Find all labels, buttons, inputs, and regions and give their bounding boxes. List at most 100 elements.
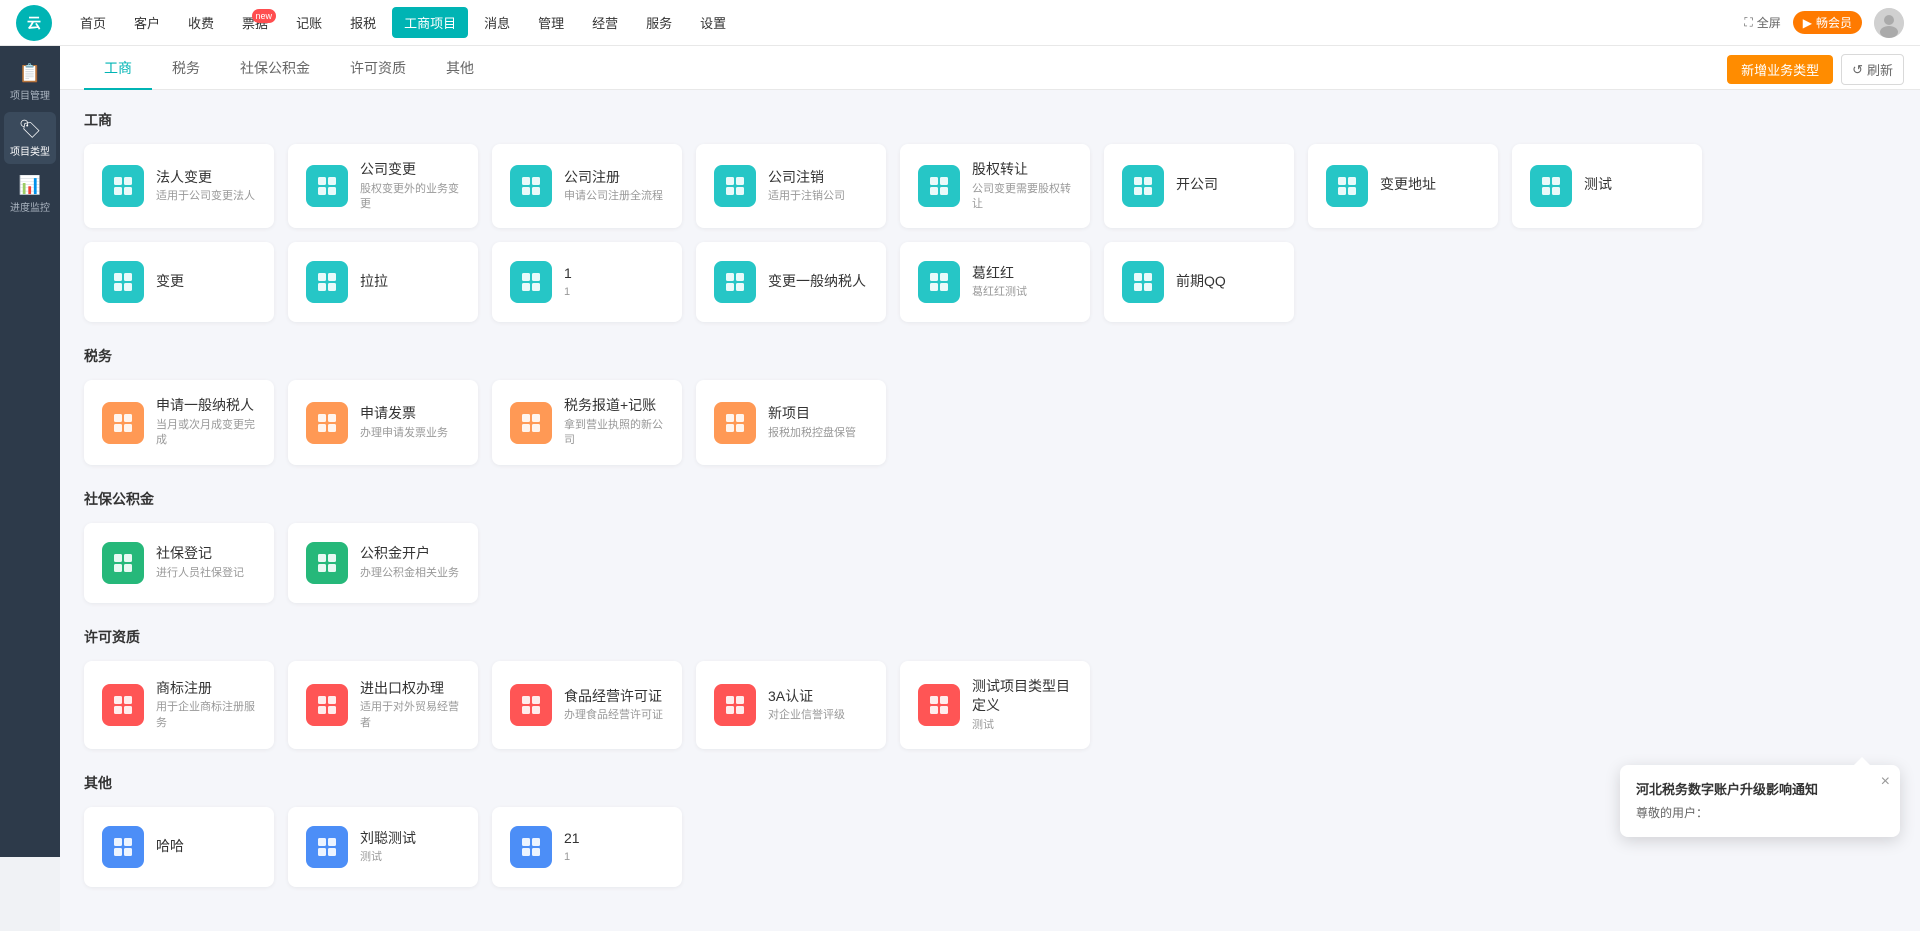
nav-item-收费[interactable]: 收费	[176, 7, 226, 38]
card-info-社保登记: 社保登记进行人员社保登记	[156, 544, 244, 581]
card-开公司[interactable]: 开公司	[1104, 144, 1294, 228]
card-icon-食品经营许可证	[510, 684, 552, 726]
card-info-开公司: 开公司	[1176, 175, 1218, 197]
nav-item-工商项目[interactable]: 工商项目	[392, 7, 468, 38]
card-name-label: 商标注册	[156, 679, 256, 699]
card-变更一般纳税人[interactable]: 变更一般纳税人	[696, 242, 886, 322]
card-desc-label: 办理食品经营许可证	[564, 708, 663, 723]
card-desc-label: 测试	[360, 850, 416, 865]
card-变更[interactable]: 变更	[84, 242, 274, 322]
nav-item-消息[interactable]: 消息	[472, 7, 522, 38]
card-21[interactable]: 211	[492, 807, 682, 887]
card-icon-变更一般纳税人	[714, 261, 756, 303]
card-name-label: 变更	[156, 272, 184, 292]
card-info-测试项目类型目定义: 测试项目类型目定义测试	[972, 677, 1072, 734]
card-icon-公积金开户	[306, 542, 348, 584]
nav-item-客户[interactable]: 客户	[122, 7, 172, 38]
card-公积金开户[interactable]: 公积金开户办理公积金相关业务	[288, 523, 478, 603]
card-法人变更[interactable]: 法人变更适用于公司变更法人	[84, 144, 274, 228]
card-name-label: 公积金开户	[360, 544, 459, 564]
card-icon-变更	[102, 261, 144, 303]
section-title-许可资质: 许可资质	[84, 627, 1896, 647]
card-申请发票[interactable]: 申请发票办理申请发票业务	[288, 380, 478, 464]
sub-tab-工商[interactable]: 工商	[84, 48, 152, 90]
nav-item-经营[interactable]: 经营	[580, 7, 630, 38]
card-1[interactable]: 11	[492, 242, 682, 322]
fullscreen-button[interactable]: ⛶ 全屏	[1744, 14, 1780, 31]
card-税务报道+记账[interactable]: 税务报道+记账拿到营业执照的新公司	[492, 380, 682, 464]
card-info-商标注册: 商标注册用于企业商标注册服务	[156, 679, 256, 731]
card-股权转让[interactable]: 股权转让公司变更需要股权转让	[900, 144, 1090, 228]
notification-body: 尊敬的用户：	[1636, 804, 1884, 823]
card-icon-1	[510, 261, 552, 303]
card-desc-label: 申请公司注册全流程	[564, 189, 663, 204]
card-公司注册[interactable]: 公司注册申请公司注册全流程	[492, 144, 682, 228]
card-info-21: 211	[564, 829, 580, 866]
nav-item-记账[interactable]: 记账	[284, 7, 334, 38]
top-nav: 云 首页客户收费票据new记账报税工商项目消息管理经营服务设置 ⛶ 全屏 ▶ 畅…	[0, 0, 1920, 46]
card-info-公司注册: 公司注册申请公司注册全流程	[564, 168, 663, 205]
notification-popup: × 河北税务数字账户升级影响通知 尊敬的用户：	[1620, 765, 1900, 837]
card-info-变更一般纳税人: 变更一般纳税人	[768, 272, 866, 294]
sidebar-item-label: 项目类型	[10, 143, 50, 158]
card-进出口权办理[interactable]: 进出口权办理适用于对外贸易经营者	[288, 661, 478, 750]
card-测试项目类型目定义[interactable]: 测试项目类型目定义测试	[900, 661, 1090, 750]
new-type-button[interactable]: 新增业务类型	[1727, 55, 1833, 84]
card-icon-申请发票	[306, 402, 348, 444]
card-info-刘聪测试: 刘聪测试测试	[360, 829, 416, 866]
member-button[interactable]: ▶ 畅会员	[1793, 11, 1862, 34]
user-avatar[interactable]	[1874, 8, 1904, 38]
nav-item-管理[interactable]: 管理	[526, 7, 576, 38]
card-icon-税务报道+记账	[510, 402, 552, 444]
card-icon-测试项目类型目定义	[918, 684, 960, 726]
card-icon-进出口权办理	[306, 684, 348, 726]
card-哈哈[interactable]: 哈哈	[84, 807, 274, 887]
card-3A认证[interactable]: 3A认证对企业信誉评级	[696, 661, 886, 750]
sidebar-item-项目类型[interactable]: 🏷项目类型	[4, 112, 56, 164]
card-info-测试: 测试	[1584, 175, 1612, 197]
nav-item-服务[interactable]: 服务	[634, 7, 684, 38]
card-name-label: 变更一般纳税人	[768, 272, 866, 292]
notification-triangle	[1854, 757, 1870, 765]
sub-tab-税务[interactable]: 税务	[152, 48, 220, 90]
card-name-label: 新项目	[768, 404, 856, 424]
card-desc-label: 办理申请发票业务	[360, 426, 448, 441]
card-info-公司注销: 公司注销适用于注销公司	[768, 168, 845, 205]
card-前期QQ[interactable]: 前期QQ	[1104, 242, 1294, 322]
sidebar-item-项目管理[interactable]: 📋项目管理	[4, 56, 56, 108]
card-刘聪测试[interactable]: 刘聪测试测试	[288, 807, 478, 887]
sub-tab-其他[interactable]: 其他	[426, 48, 494, 90]
card-desc-label: 1	[564, 850, 580, 865]
card-info-变更地址: 变更地址	[1380, 175, 1436, 197]
card-申请一般纳税人[interactable]: 申请一般纳税人当月或次月成变更完成	[84, 380, 274, 464]
card-新项目[interactable]: 新项目报税加税控盘保管	[696, 380, 886, 464]
card-公司变更[interactable]: 公司变更股权变更外的业务变更	[288, 144, 478, 228]
card-社保登记[interactable]: 社保登记进行人员社保登记	[84, 523, 274, 603]
card-icon-拉拉	[306, 261, 348, 303]
nav-item-首页[interactable]: 首页	[68, 7, 118, 38]
sidebar-item-进度监控[interactable]: 📊进度监控	[4, 168, 56, 220]
card-icon-开公司	[1122, 165, 1164, 207]
card-desc-label: 适用于对外贸易经营者	[360, 700, 460, 731]
sub-tabs: 工商税务社保公积金许可资质其他 新增业务类型 ↺ 刷新	[60, 46, 1920, 90]
card-变更地址[interactable]: 变更地址	[1308, 144, 1498, 228]
sub-tab-许可资质[interactable]: 许可资质	[330, 48, 426, 90]
logo-icon[interactable]: 云	[16, 5, 52, 41]
card-测试[interactable]: 测试	[1512, 144, 1702, 228]
card-商标注册[interactable]: 商标注册用于企业商标注册服务	[84, 661, 274, 750]
sidebar-item-label: 项目管理	[10, 87, 50, 102]
card-name-label: 葛红红	[972, 264, 1027, 284]
notification-close-button[interactable]: ×	[1881, 773, 1890, 791]
nav-item-票据[interactable]: 票据new	[230, 7, 280, 38]
nav-item-报税[interactable]: 报税	[338, 7, 388, 38]
svg-text:云: 云	[27, 15, 41, 31]
refresh-button[interactable]: ↺ 刷新	[1841, 54, 1904, 85]
card-拉拉[interactable]: 拉拉	[288, 242, 478, 322]
card-icon-社保登记	[102, 542, 144, 584]
card-info-进出口权办理: 进出口权办理适用于对外贸易经营者	[360, 679, 460, 731]
card-葛红红[interactable]: 葛红红葛红红测试	[900, 242, 1090, 322]
card-食品经营许可证[interactable]: 食品经营许可证办理食品经营许可证	[492, 661, 682, 750]
card-公司注销[interactable]: 公司注销适用于注销公司	[696, 144, 886, 228]
nav-item-设置[interactable]: 设置	[688, 7, 738, 38]
sub-tab-社保公积金[interactable]: 社保公积金	[220, 48, 330, 90]
